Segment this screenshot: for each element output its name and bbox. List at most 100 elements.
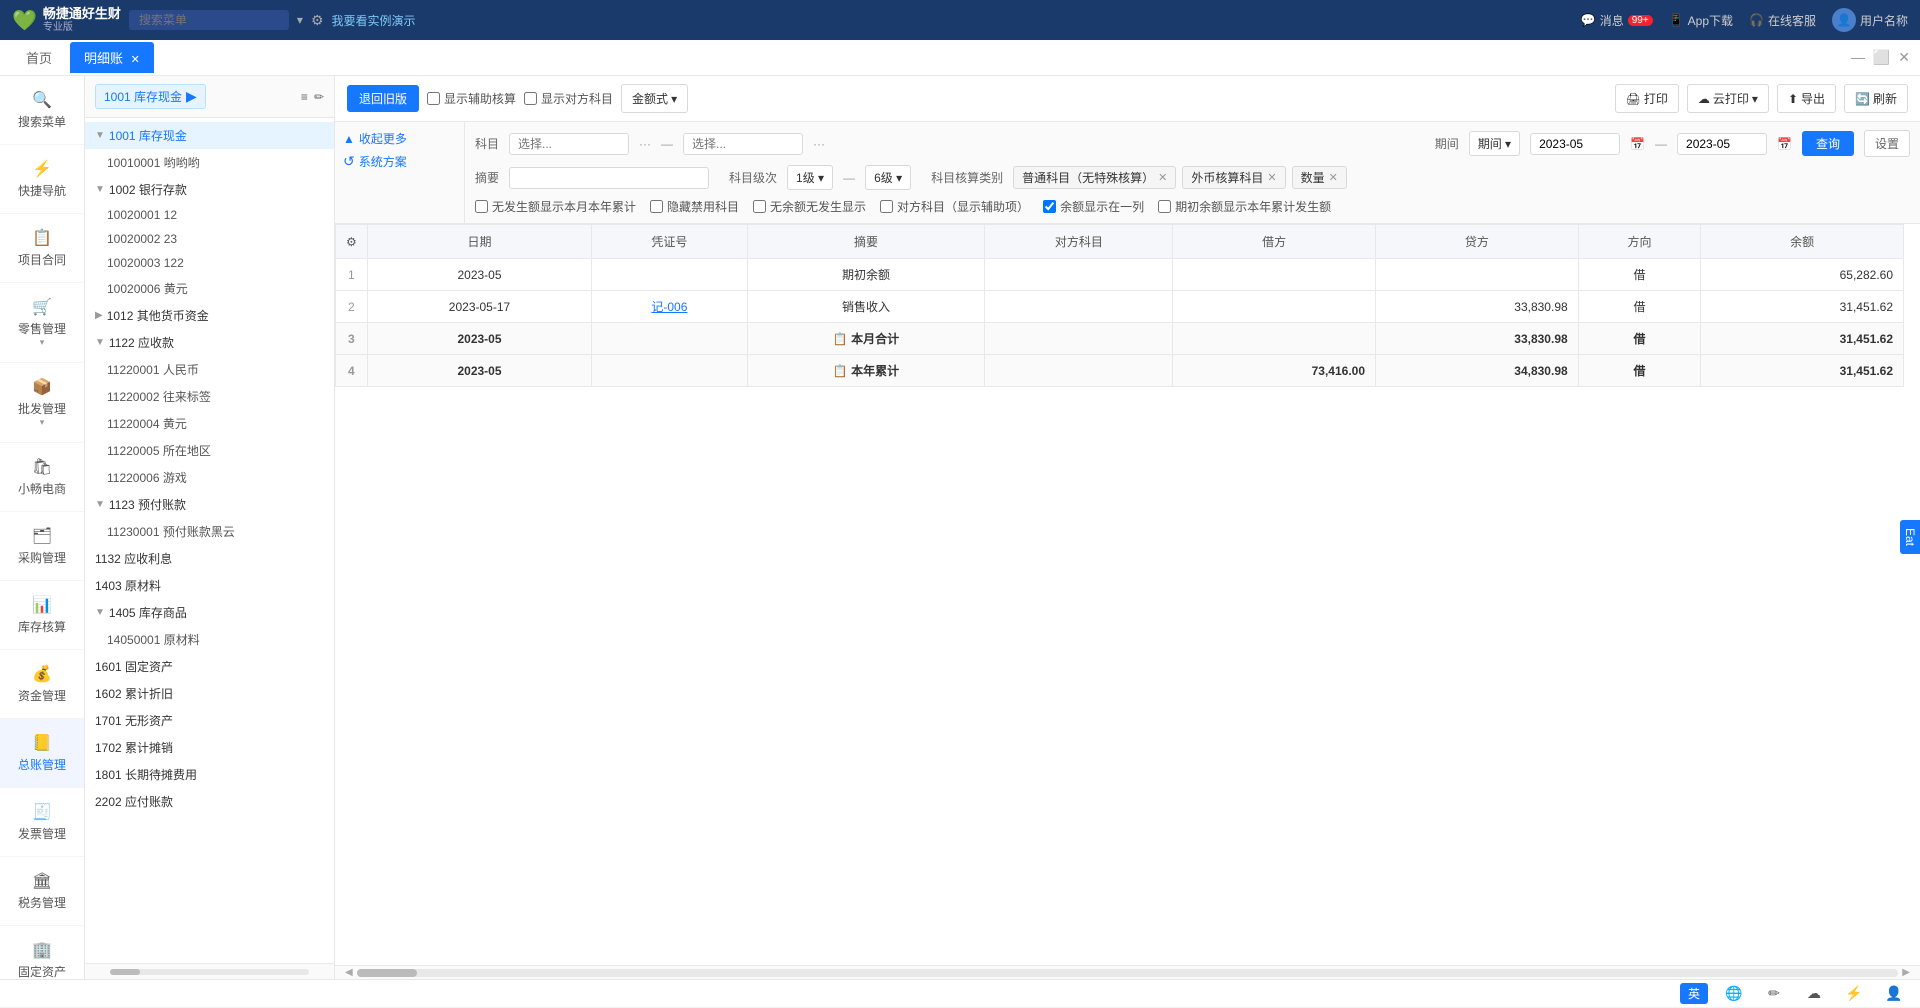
account-node-1405[interactable]: ▼ 1405 库存商品 [85, 599, 334, 626]
account-node-1403[interactable]: 1403 原材料 [85, 572, 334, 599]
period-end-calendar-icon[interactable]: 📅 [1777, 137, 1792, 151]
account-node-14050001[interactable]: 14050001 原材料 [85, 626, 334, 653]
subject-input[interactable] [509, 133, 629, 155]
scheme-btn[interactable]: ↺ 系统方案 [343, 153, 456, 170]
bottom-edit-btn[interactable]: ✏ [1760, 980, 1788, 1008]
query-btn[interactable]: 查询 [1802, 131, 1854, 156]
period-start-input[interactable] [1530, 133, 1620, 155]
account-breadcrumb[interactable]: 1001 库存现金 ▶ [95, 84, 206, 109]
scroll-track[interactable] [357, 969, 1899, 977]
account-node-10020002[interactable]: 10020002 23 [85, 227, 334, 251]
account-node-1701[interactable]: 1701 无形资产 [85, 707, 334, 734]
cb-no-balance[interactable]: 无发生额显示本月本年累计 [475, 198, 636, 215]
period-calendar-icon[interactable]: 📅 [1630, 137, 1645, 151]
account-node-11220002[interactable]: 11220002 往来标签 [85, 383, 334, 410]
scroll-left-btn[interactable]: ◀ [341, 967, 357, 978]
show-aux-input[interactable] [427, 92, 440, 105]
account-scroll-thumb[interactable] [110, 969, 140, 975]
sidebar-item-finance[interactable]: 💰 资金管理 [0, 650, 84, 719]
account-node-10020001[interactable]: 10020001 12 [85, 203, 334, 227]
account-node-2202[interactable]: 2202 应付账款 [85, 788, 334, 815]
cb-no-balance-input[interactable] [475, 200, 488, 213]
cb-balance-col-input[interactable] [1043, 200, 1056, 213]
cb-hide-disabled[interactable]: 隐藏禁用科目 [650, 198, 739, 215]
cb-balance-col[interactable]: 余额显示在一列 [1043, 198, 1144, 215]
account-node-11230001[interactable]: 11230001 预付账款黑云 [85, 518, 334, 545]
summary-input[interactable] [509, 167, 709, 189]
cb-hide-disabled-input[interactable] [650, 200, 663, 213]
subject-level-end[interactable]: 6级 ▾ [865, 165, 911, 190]
account-node-10010001[interactable]: 10010001 哟哟哟 [85, 149, 334, 176]
cloud-print-btn[interactable]: ☁ 云打印 ▾ [1687, 84, 1769, 113]
export-btn[interactable]: ⬆ 导出 [1777, 84, 1836, 113]
app-download-btn[interactable]: 📱 App下载 [1669, 12, 1733, 29]
dropdown-icon[interactable]: ▾ [297, 13, 303, 27]
account-node-11220004[interactable]: 11220004 黄元 [85, 410, 334, 437]
sidebar-item-quicknav[interactable]: ⚡ 快捷导航 [0, 145, 84, 214]
filter-tag-quantity-remove[interactable]: ✕ [1329, 171, 1338, 184]
account-node-1801[interactable]: 1801 长期待摊费用 [85, 761, 334, 788]
print-btn[interactable]: 🖨 打印 [1615, 84, 1679, 113]
tab-home[interactable]: 首页 [12, 42, 66, 73]
message-btn[interactable]: 💬 消息 99+ [1581, 12, 1653, 29]
table-settings-icon[interactable]: ⚙ [346, 235, 357, 249]
sidebar-item-purchase[interactable]: 🗂 采购管理 [0, 512, 84, 581]
tab-ledger[interactable]: 明细账 ✕ [70, 42, 154, 73]
account-node-1702[interactable]: 1702 累计摊销 [85, 734, 334, 761]
account-node-1123[interactable]: ▼ 1123 预付账款 [85, 491, 334, 518]
account-node-1602[interactable]: 1602 累计折旧 [85, 680, 334, 707]
sidebar-item-ecommerce[interactable]: 🛍 小畅电商 [0, 443, 84, 512]
bottom-flash-btn[interactable]: ⚡ [1840, 980, 1868, 1008]
scroll-thumb[interactable] [357, 969, 417, 977]
show-counterpart-input[interactable] [524, 92, 537, 105]
filter-tag-normal-remove[interactable]: ✕ [1158, 171, 1167, 184]
sidebar-item-tax[interactable]: 🏛 税务管理 [0, 857, 84, 926]
return-old-btn[interactable]: 退回旧版 [347, 85, 419, 112]
cb-initial-balance[interactable]: 期初余额显示本年累计发生额 [1158, 198, 1331, 215]
account-node-1132[interactable]: 1132 应收利息 [85, 545, 334, 572]
refresh-btn[interactable]: 🔄 刷新 [1844, 84, 1908, 113]
subject-end-input[interactable] [683, 133, 803, 155]
filter-tag-foreign-remove[interactable]: ✕ [1267, 171, 1276, 184]
account-edit-icon[interactable]: ✏ [314, 90, 324, 104]
account-node-1122[interactable]: ▼ 1122 应收款 [85, 329, 334, 356]
demo-link[interactable]: 我要看实例演示 [332, 12, 416, 29]
sidebar-item-search[interactable]: 🔍 搜索菜单 [0, 76, 84, 145]
user-btn[interactable]: 👤 用户名称 [1832, 8, 1908, 32]
more-tag-btn[interactable]: ▲ 收起更多 [343, 130, 456, 147]
show-counterpart-checkbox[interactable]: 显示对方科目 [524, 90, 613, 107]
show-aux-checkbox[interactable]: 显示辅助核算 [427, 90, 516, 107]
account-node-1601[interactable]: 1601 固定资产 [85, 653, 334, 680]
tab-max-btn[interactable]: ⬜ [1873, 49, 1890, 66]
period-end-input[interactable] [1677, 133, 1767, 155]
sidebar-item-retail[interactable]: 🛒 零售管理 ▾ [0, 283, 84, 363]
account-node-11220006[interactable]: 11220006 游戏 [85, 464, 334, 491]
account-node-1001[interactable]: ▼ 1001 库存现金 [85, 122, 334, 149]
account-scroll-track[interactable] [110, 969, 309, 975]
cb-initial-balance-input[interactable] [1158, 200, 1171, 213]
scroll-right-btn[interactable]: ▶ [1898, 967, 1914, 978]
lang-switcher[interactable]: 英 [1680, 983, 1708, 1004]
account-node-1002[interactable]: ▼ 1002 银行存款 [85, 176, 334, 203]
sidebar-item-assets[interactable]: 🏢 固定资产 [0, 926, 84, 979]
tab-min-btn[interactable]: — [1851, 49, 1865, 66]
sidebar-item-project[interactable]: 📋 项目合同 [0, 214, 84, 283]
cb-no-balance-display-input[interactable] [753, 200, 766, 213]
account-node-10020006[interactable]: 10020006 黄元 [85, 275, 334, 302]
settings-icon[interactable]: ⚙ [311, 12, 324, 29]
td-voucher[interactable]: 记-006 [592, 291, 747, 323]
period-type-select[interactable]: 期间 ▾ [1469, 131, 1520, 156]
account-node-11220005[interactable]: 11220005 所在地区 [85, 437, 334, 464]
bottom-user-btn[interactable]: 👤 [1880, 980, 1908, 1008]
top-search-input[interactable] [129, 10, 289, 30]
cb-counterpart-input[interactable] [880, 200, 893, 213]
account-node-1012[interactable]: ▶ 1012 其他货币资金 [85, 302, 334, 329]
online-service-btn[interactable]: 🎧 在线客服 [1749, 12, 1816, 29]
bottom-globe-btn[interactable]: 🌐 [1720, 980, 1748, 1008]
cb-no-balance-display[interactable]: 无余额无发生显示 [753, 198, 866, 215]
sidebar-item-inventory[interactable]: 📊 库存核算 [0, 581, 84, 650]
side-expand-tab[interactable]: Eat [1900, 520, 1920, 554]
sidebar-item-invoice[interactable]: 🧾 发票管理 [0, 788, 84, 857]
amount-style-btn[interactable]: 金额式 ▾ [621, 84, 688, 113]
account-node-11220001[interactable]: 11220001 人民币 [85, 356, 334, 383]
